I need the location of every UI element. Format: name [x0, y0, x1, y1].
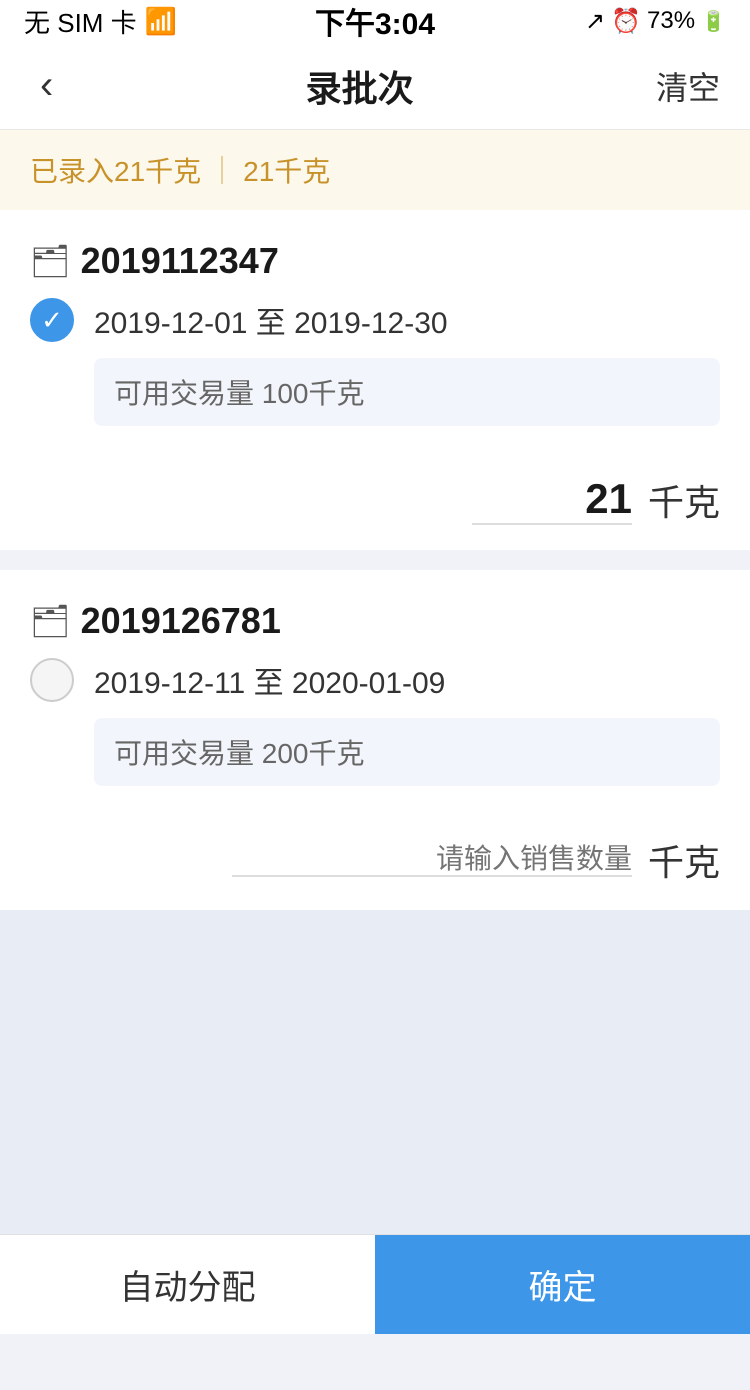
batch2-date: 2019-12-11 至 2020-01-09 [94, 658, 445, 702]
page-title: 录批次 [306, 60, 414, 112]
batch1-qty-input[interactable] [472, 475, 632, 525]
confirm-button[interactable]: 确定 [375, 1235, 750, 1334]
status-bar: 无 SIM 卡 📶 下午3:04 ↗ ⏰ 73% 🔋 [0, 0, 750, 42]
battery-label: 73% [647, 7, 695, 35]
batch1-icon: 🗂 [30, 242, 71, 280]
batch1-date: 2019-12-01 至 2019-12-30 [94, 298, 448, 342]
batch1-card: 🗂 2019112347 ✓ 2019-12-01 至 2019-12-30 可… [0, 210, 750, 450]
content-area: 🗂 2019112347 ✓ 2019-12-01 至 2019-12-30 可… [0, 210, 750, 1390]
batch2-qty-row: 千克 [0, 810, 750, 910]
summary-banner: 已录入21千克 21千克 [0, 130, 750, 210]
batch2-header: 🗂 2019126781 [30, 600, 720, 642]
status-left: 无 SIM 卡 📶 [24, 3, 177, 40]
batch2-date-row: 2019-12-11 至 2020-01-09 [30, 658, 720, 702]
batch1-qty-unit: 千克 [648, 474, 720, 526]
batch1-header: 🗂 2019112347 [30, 240, 720, 282]
batch2-qty-input[interactable] [232, 843, 632, 877]
carrier-label: 无 SIM 卡 [24, 3, 137, 40]
batch1-id: 2019112347 [81, 240, 279, 282]
batch2-radio[interactable] [30, 658, 74, 702]
batch1-avail: 可用交易量 100千克 [94, 358, 720, 426]
location-icon: ↗ [585, 7, 605, 36]
batch1-qty-row: 千克 [0, 450, 750, 550]
checkmark-icon: ✓ [41, 305, 63, 336]
wifi-icon: 📶 [145, 6, 177, 37]
status-right: ↗ ⏰ 73% 🔋 [585, 7, 726, 36]
batch2-icon: 🗂 [30, 602, 71, 640]
summary-recorded: 已录入21千克 [30, 150, 201, 190]
summary-divider [221, 156, 223, 184]
batch1-date-row: ✓ 2019-12-01 至 2019-12-30 [30, 298, 720, 342]
bottom-spacer [0, 910, 750, 1290]
alarm-icon: ⏰ [611, 7, 641, 36]
clear-button[interactable]: 清空 [656, 63, 720, 109]
batch2-qty-wrapper [30, 843, 632, 877]
batch1-radio[interactable]: ✓ [30, 298, 74, 342]
summary-total: 21千克 [243, 150, 330, 190]
batch1-qty-wrapper [30, 475, 632, 525]
battery-icon: 🔋 [701, 9, 726, 34]
auto-distribute-button[interactable]: 自动分配 [0, 1235, 375, 1334]
batch2-card: 🗂 2019126781 2019-12-11 至 2020-01-09 可用交… [0, 570, 750, 810]
bottom-bar: 自动分配 确定 [0, 1234, 750, 1334]
section-gap [0, 550, 750, 570]
batch2-avail: 可用交易量 200千克 [94, 718, 720, 786]
status-time: 下午3:04 [315, 0, 435, 43]
nav-bar: ‹ 录批次 清空 [0, 42, 750, 130]
back-button[interactable]: ‹ [30, 53, 63, 118]
batch2-qty-unit: 千克 [648, 834, 720, 886]
batch2-id: 2019126781 [81, 600, 281, 642]
